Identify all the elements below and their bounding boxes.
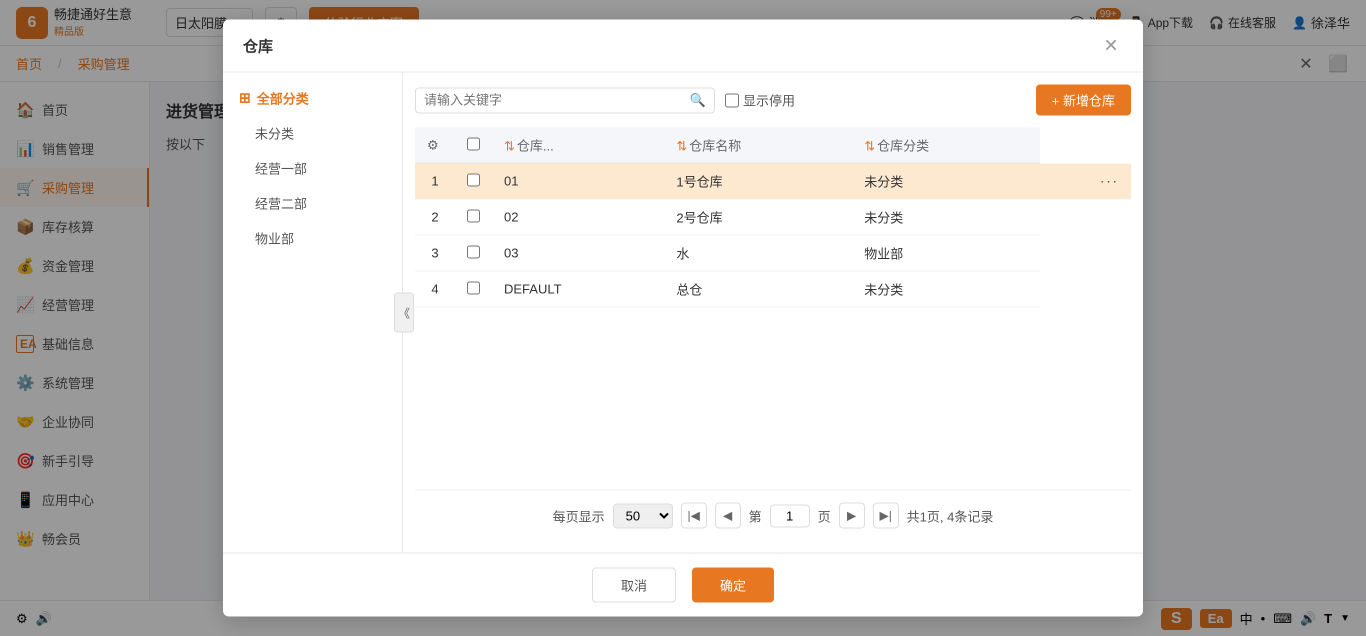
row-category: 未分类	[852, 199, 1040, 235]
modal-header: 仓库 ✕	[223, 20, 1143, 73]
category-item-ops1[interactable]: 经营一部	[223, 151, 402, 186]
modal-body: ⊞ 全部分类 未分类 经营一部 经营二部 物业部 《 🔍 显示停用 + 新增	[223, 73, 1143, 553]
select-all-checkbox[interactable]	[467, 137, 480, 150]
row-category: 未分类	[852, 271, 1040, 307]
search-icon: 🔍	[690, 92, 706, 108]
row-actions[interactable]: ···	[1040, 163, 1131, 199]
show-disabled-checkbox[interactable]	[725, 93, 739, 107]
page-label: 第	[749, 506, 762, 525]
show-disabled-label: 显示停用	[743, 91, 795, 110]
modal-title: 仓库	[243, 35, 273, 56]
table-panel: 🔍 显示停用 + 新增仓库 ⚙	[403, 73, 1143, 553]
modal-close-button[interactable]: ✕	[1099, 34, 1123, 58]
row-checkbox[interactable]	[467, 173, 480, 186]
last-page-button[interactable]: ▶|	[873, 503, 899, 529]
row-code: DEFAULT	[492, 271, 664, 307]
page-number-input[interactable]	[770, 504, 810, 527]
all-categories-button[interactable]: ⊞ 全部分类	[223, 81, 402, 116]
prev-page-button[interactable]: ◀	[715, 503, 741, 529]
row-name: 总仓	[664, 271, 852, 307]
row-code: 03	[492, 235, 664, 271]
search-input[interactable]	[424, 93, 684, 108]
row-name: 2号仓库	[664, 199, 852, 235]
row-category: 物业部	[852, 235, 1040, 271]
table-row[interactable]: 1 01 1号仓库 未分类 ···	[415, 163, 1131, 199]
col-header-gear: ⚙	[415, 128, 455, 164]
table-row[interactable]: 2 02 2号仓库 未分类	[415, 199, 1131, 235]
pagination: 每页显示 50 10 20 100 |◀ ◀ 第 页 ▶ ▶| 共1页, 4条记…	[415, 490, 1131, 541]
sort-icon: ⇅	[504, 139, 515, 154]
category-item-uncategorized[interactable]: 未分类	[223, 116, 402, 151]
row-checkbox[interactable]	[467, 209, 480, 222]
cancel-button[interactable]: 取消	[592, 568, 676, 603]
row-checkbox[interactable]	[467, 281, 480, 294]
per-page-label: 每页显示	[553, 506, 605, 525]
table-row[interactable]: 3 03 水 物业部	[415, 235, 1131, 271]
row-num: 3	[415, 235, 455, 271]
show-disabled-toggle: 显示停用	[725, 91, 795, 110]
modal-footer: 取消 确定	[223, 553, 1143, 617]
category-panel: ⊞ 全部分类 未分类 经营一部 经营二部 物业部 《	[223, 73, 403, 553]
table-toolbar: 🔍 显示停用 + 新增仓库	[415, 85, 1131, 116]
row-code: 01	[492, 163, 664, 199]
col-header-category: ⇅仓库分类	[852, 128, 1040, 164]
row-name: 水	[664, 235, 852, 271]
next-page-button[interactable]: ▶	[839, 503, 865, 529]
grid-icon: ⊞	[239, 90, 251, 107]
warehouse-table: ⚙ ⇅仓库... ⇅仓库名称 ⇅仓库分类	[415, 128, 1131, 308]
col-header-check	[455, 128, 492, 164]
per-page-select[interactable]: 50 10 20 100	[613, 503, 673, 528]
total-info: 共1页, 4条记录	[907, 506, 994, 525]
sort-icon-cat: ⇅	[864, 139, 875, 154]
col-header-code: ⇅仓库...	[492, 128, 664, 164]
table-row[interactable]: 4 DEFAULT 总仓 未分类	[415, 271, 1131, 307]
category-item-ops2[interactable]: 经营二部	[223, 186, 402, 221]
warehouse-modal: 仓库 ✕ ⊞ 全部分类 未分类 经营一部 经营二部 物业部 《 🔍	[223, 20, 1143, 617]
table-container: ⚙ ⇅仓库... ⇅仓库名称 ⇅仓库分类	[415, 128, 1131, 490]
row-num: 1	[415, 163, 455, 199]
row-name: 1号仓库	[664, 163, 852, 199]
search-box: 🔍	[415, 87, 715, 113]
row-num: 2	[415, 199, 455, 235]
row-num: 4	[415, 271, 455, 307]
collapse-panel-button[interactable]: 《	[394, 293, 414, 333]
table-body: 1 01 1号仓库 未分类 ··· 2 02 2号仓库 未分类	[415, 163, 1131, 307]
row-code: 02	[492, 199, 664, 235]
confirm-button[interactable]: 确定	[692, 568, 774, 603]
all-categories-label: 全部分类	[257, 89, 309, 108]
page-unit: 页	[818, 506, 831, 525]
col-header-name: ⇅仓库名称	[664, 128, 852, 164]
category-item-property[interactable]: 物业部	[223, 221, 402, 256]
first-page-button[interactable]: |◀	[681, 503, 707, 529]
add-warehouse-button[interactable]: + 新增仓库	[1036, 85, 1131, 116]
row-checkbox[interactable]	[467, 245, 480, 258]
row-category: 未分类	[852, 163, 1040, 199]
table-header-row: ⚙ ⇅仓库... ⇅仓库名称 ⇅仓库分类	[415, 128, 1131, 164]
sort-icon-name: ⇅	[676, 139, 687, 154]
